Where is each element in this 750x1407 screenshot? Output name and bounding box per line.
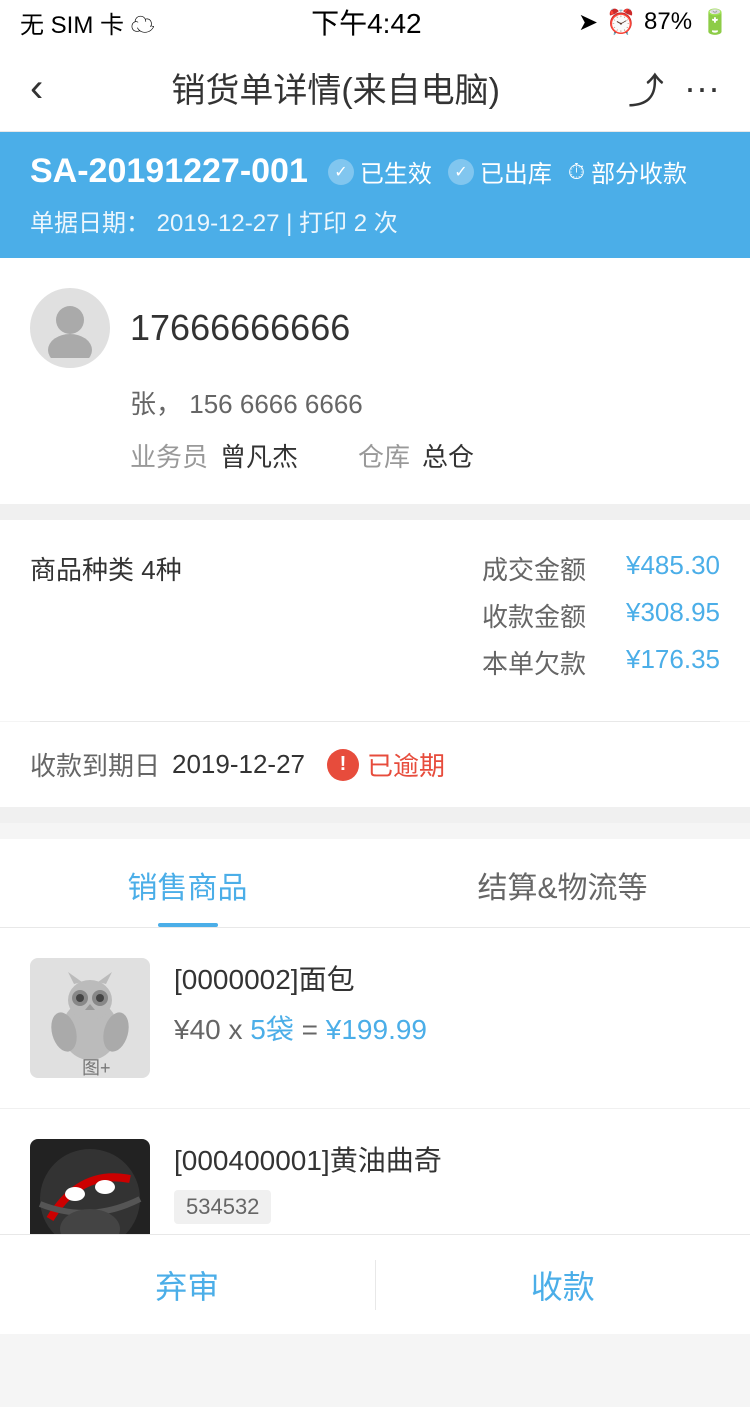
stats-right: 成交金额 ¥485.30 收款金额 ¥308.95 本单欠款 ¥176.35	[482, 550, 720, 691]
overdue-text: 已逾期	[367, 746, 445, 783]
print-count: 2	[354, 210, 367, 237]
page-title: 销货单详情(来自电脑)	[171, 63, 500, 112]
back-button[interactable]: ‹	[30, 68, 43, 108]
product-type-label: 商品种类	[30, 555, 134, 585]
badge-partial-label: 部分收款	[591, 154, 687, 189]
sales-name: 曾凡杰	[220, 437, 298, 474]
overdue-warning-icon: !	[327, 749, 359, 781]
list-item: 图+ [0000002]面包 ¥40 x 5袋 = ¥199.99	[0, 928, 750, 1109]
badge-partial-payment: ⏱ 部分收款	[568, 154, 687, 189]
overdue-badge: ! 已逾期	[327, 746, 445, 783]
debt-row: 本单欠款 ¥176.35	[482, 644, 720, 681]
overdue-date: 2019-12-27	[172, 749, 305, 780]
customer-meta: 业务员 曾凡杰 仓库 总仓	[30, 437, 720, 474]
collection-amount-label: 收款金额	[482, 597, 586, 634]
product-code-1: [0000002]	[174, 964, 299, 995]
badge-shipped: ✓ 已出库	[448, 154, 552, 189]
product-thumb-1: 图+	[30, 958, 150, 1078]
print-label: 打印	[299, 210, 347, 237]
check-icon-2: ✓	[448, 159, 474, 185]
status-time: 下午4:42	[311, 2, 422, 42]
location-icon: ➤	[578, 8, 598, 37]
tabs-row: 销售商品 结算&物流等	[0, 839, 750, 928]
product-type-count-val: 4种	[141, 555, 181, 585]
tabs-section: 销售商品 结算&物流等	[0, 839, 750, 928]
product-info-1: [0000002]面包 ¥40 x 5袋 = ¥199.99	[174, 958, 720, 1048]
avatar-icon	[40, 298, 100, 358]
avatar	[30, 288, 110, 368]
status-bar: 无 SIM 卡 ☁ 下午4:42 ➤ ⏰ 87% 🔋	[0, 0, 750, 44]
status-left: 无 SIM 卡 ☁	[20, 5, 155, 40]
contact-phone: 156 6666 6666	[189, 389, 363, 419]
battery-level: 87%	[644, 8, 692, 36]
print-separator: |	[286, 210, 299, 237]
debt-label: 本单欠款	[482, 644, 586, 681]
product-type-item: 商品种类 4种	[30, 550, 182, 587]
date-label: 单据日期：	[30, 210, 150, 237]
header-banner: SA-20191227-001 ✓ 已生效 ✓ 已出库 ⏱ 部分收款 单据日期：…	[0, 132, 750, 258]
deal-amount-value: ¥485.30	[626, 550, 720, 587]
stats-section: 商品种类 4种 成交金额 ¥485.30 收款金额 ¥308.95 本单欠款 ¥…	[0, 520, 750, 721]
customer-section: 17666666666 张， 156 6666 6666 业务员 曾凡杰 仓库 …	[0, 258, 750, 504]
nav-bar: ‹ 销货单详情(来自电脑) ⤴ ···	[0, 44, 750, 132]
overdue-label: 收款到期日	[30, 746, 160, 783]
deal-amount-row: 成交金额 ¥485.30	[482, 550, 720, 587]
warehouse-item: 仓库 总仓	[358, 437, 474, 474]
battery-icon: 🔋	[700, 8, 730, 37]
debt-value: ¥176.35	[626, 644, 720, 681]
customer-phone: 17666666666	[130, 307, 350, 349]
tab-settlement[interactable]: 结算&物流等	[375, 839, 750, 927]
print-unit: 次	[374, 210, 398, 237]
deal-amount-label: 成交金额	[482, 550, 586, 587]
product-name-1: [0000002]面包	[174, 958, 720, 998]
contact-name: 张，	[130, 389, 182, 419]
svg-text:图+: 图+	[82, 1058, 111, 1078]
warehouse-name: 总仓	[422, 437, 474, 474]
nav-actions: ⤴ ···	[628, 62, 720, 114]
more-icon[interactable]: ···	[684, 67, 720, 109]
price-base-1: ¥40	[174, 1014, 221, 1045]
product-title-2: 黄油曲奇	[330, 1145, 442, 1176]
stats-left: 商品种类 4种	[30, 550, 182, 595]
collection-amount-value: ¥308.95	[626, 597, 720, 634]
header-date: 单据日期： 2019-12-27 | 打印 2 次	[30, 203, 720, 238]
clock-icon: ⏱	[568, 159, 585, 185]
price-qty-1: 5袋	[250, 1014, 294, 1045]
divider-1	[0, 504, 750, 520]
divider-2	[0, 807, 750, 823]
product-title-1: 面包	[299, 964, 355, 995]
status-badges: ✓ 已生效 ✓ 已出库 ⏱ 部分收款	[328, 154, 687, 189]
product-price-1: ¥40 x 5袋 = ¥199.99	[174, 1008, 720, 1048]
status-right: ➤ ⏰ 87% 🔋	[578, 8, 730, 37]
price-total-1: ¥199.99	[326, 1014, 427, 1045]
product-sku-2: 534532	[174, 1190, 271, 1224]
badge-effective-label: 已生效	[360, 154, 432, 189]
sales-item: 业务员 曾凡杰	[130, 437, 298, 474]
customer-contact: 张， 156 6666 6666	[30, 384, 720, 421]
product-name-2: [000400001]黄油曲奇	[174, 1139, 720, 1179]
badge-shipped-label: 已出库	[480, 154, 552, 189]
share-icon[interactable]: ⤴	[628, 62, 664, 114]
check-icon-1: ✓	[328, 159, 354, 185]
sim-indicator: 无 SIM 卡 ☁	[20, 5, 155, 40]
header-banner-top: SA-20191227-001 ✓ 已生效 ✓ 已出库 ⏱ 部分收款	[30, 152, 720, 191]
warehouse-label: 仓库	[358, 437, 410, 474]
confirm-button[interactable]: 收款	[376, 1242, 750, 1328]
product-image-1: 图+	[30, 958, 150, 1078]
overdue-section: 收款到期日 2019-12-27 ! 已逾期	[0, 722, 750, 807]
customer-row: 17666666666	[30, 288, 720, 368]
bottom-bar: 弃审 收款	[0, 1234, 750, 1334]
badge-effective: ✓ 已生效	[328, 154, 432, 189]
order-number: SA-20191227-001	[30, 152, 308, 191]
product-code-2: [000400001]	[174, 1145, 330, 1176]
tab-sales-products[interactable]: 销售商品	[0, 839, 375, 927]
sales-label: 业务员	[130, 437, 208, 474]
alarm-icon: ⏰	[606, 8, 636, 37]
collection-amount-row: 收款金额 ¥308.95	[482, 597, 720, 634]
cancel-button[interactable]: 弃审	[0, 1242, 375, 1328]
date-value: 2019-12-27	[157, 210, 280, 237]
